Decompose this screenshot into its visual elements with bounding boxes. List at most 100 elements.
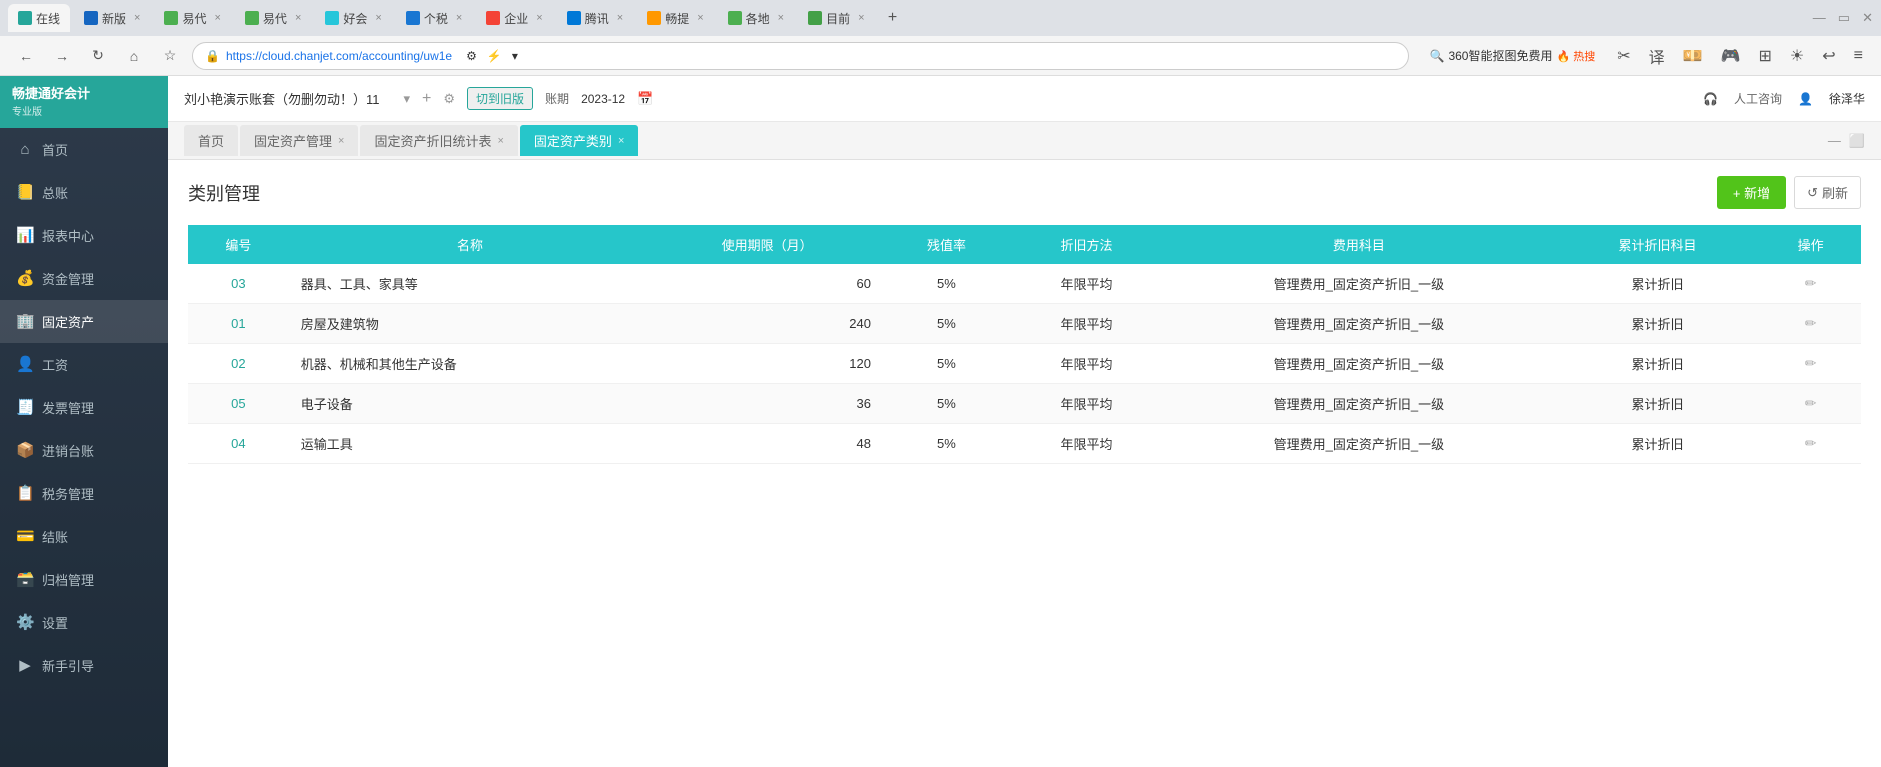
restore-icon[interactable]: ▭ <box>1838 10 1850 26</box>
sidebar-item-home[interactable]: ⌂ 首页 <box>0 128 168 171</box>
sidebar-item-report[interactable]: 📊 报表中心 <box>0 214 168 257</box>
cut-icon[interactable]: ✂ <box>1611 44 1636 68</box>
tab-minimize-icon[interactable]: — <box>1828 133 1841 149</box>
browser-tab-9[interactable]: 畅提 × <box>637 4 713 32</box>
wallet-icon[interactable]: 💴 <box>1677 44 1709 68</box>
home-button[interactable]: ⌂ <box>120 42 148 70</box>
edit-icon[interactable]: ✏ <box>1805 275 1817 291</box>
fund-icon: 💰 <box>16 269 34 287</box>
sidebar-label-inventory: 进销台账 <box>42 441 94 460</box>
guide-icon: ▶ <box>16 656 34 674</box>
cell-action[interactable]: ✏ <box>1760 344 1861 384</box>
cell-action[interactable]: ✏ <box>1760 384 1861 424</box>
toolbar-icons: ✂ 译 💴 🎮 ⊞ ☀ ↩ ≡ <box>1611 42 1869 70</box>
edit-icon[interactable]: ✏ <box>1805 435 1817 451</box>
cell-code[interactable]: 01 <box>188 304 289 344</box>
tab-close-icon[interactable]: × <box>295 12 301 24</box>
add-button[interactable]: + 新增 <box>1717 176 1786 209</box>
menu-icon[interactable]: ≡ <box>1848 45 1869 67</box>
tab-close-icon[interactable]: × <box>617 12 623 24</box>
sidebar-item-salary[interactable]: 👤 工资 <box>0 343 168 386</box>
period-label: 账期 <box>545 90 569 107</box>
sidebar-item-inventory[interactable]: 📦 进销台账 <box>0 429 168 472</box>
edit-icon[interactable]: ✏ <box>1805 355 1817 371</box>
sidebar-item-fixed-asset[interactable]: 🏢 固定资产 <box>0 300 168 343</box>
new-tab-button[interactable]: + <box>879 4 907 32</box>
period-value: 2023-12 <box>581 92 625 106</box>
tab-asset-mgmt-close[interactable]: × <box>338 135 344 147</box>
salary-icon: 👤 <box>16 355 34 373</box>
forward-button[interactable]: → <box>48 42 76 70</box>
cell-code[interactable]: 05 <box>188 384 289 424</box>
browser-tab-6[interactable]: 个税 × <box>396 4 472 32</box>
minimize-icon[interactable]: — <box>1813 10 1826 26</box>
browser-tab-11[interactable]: 目前 × <box>798 4 874 32</box>
tab-asset-category-close[interactable]: × <box>618 135 624 147</box>
tab-asset-mgmt-label: 固定资产管理 <box>254 131 332 150</box>
browser-tab-4[interactable]: 易代 × <box>235 4 311 32</box>
content-tabs: 首页 固定资产管理 × 固定资产折旧统计表 × 固定资产类别 × — ⬜ <box>168 122 1881 160</box>
search-bar[interactable]: 🔍 360智能抠图免费用 🔥 热搜 <box>1429 47 1595 64</box>
tab-asset-depreciation[interactable]: 固定资产折旧统计表 × <box>360 125 517 156</box>
tab-expand-icon[interactable]: ⬜ <box>1849 133 1865 149</box>
undo-icon[interactable]: ↩ <box>1816 44 1841 68</box>
tab-window-controls: — ⬜ <box>1828 133 1865 149</box>
sidebar-item-settings[interactable]: ⚙️ 设置 <box>0 601 168 644</box>
tab-close-icon[interactable]: × <box>375 12 381 24</box>
tab-label: 易代 <box>263 10 287 27</box>
sidebar-item-invoice[interactable]: 🧾 发票管理 <box>0 386 168 429</box>
tab-asset-mgmt[interactable]: 固定资产管理 × <box>240 125 358 156</box>
tab-close-icon[interactable]: × <box>134 12 140 24</box>
tab-close-icon[interactable]: × <box>456 12 462 24</box>
add-account-icon[interactable]: + <box>422 90 431 108</box>
sidebar-item-archive[interactable]: 🗃️ 归档管理 <box>0 558 168 601</box>
tab-close-icon[interactable]: × <box>858 12 864 24</box>
sidebar-item-settlement[interactable]: 💳 结账 <box>0 515 168 558</box>
cell-code[interactable]: 04 <box>188 424 289 464</box>
sidebar-item-ledger[interactable]: 📒 总账 <box>0 171 168 214</box>
browser-tab-2[interactable]: 新版 × <box>74 4 150 32</box>
sidebar-item-tax[interactable]: 📋 税务管理 <box>0 472 168 515</box>
tab-close-icon[interactable]: × <box>697 12 703 24</box>
tab-home[interactable]: 首页 <box>184 125 238 156</box>
back-button[interactable]: ← <box>12 42 40 70</box>
cell-action[interactable]: ✏ <box>1760 424 1861 464</box>
user-name[interactable]: 徐泽华 <box>1829 90 1865 107</box>
translate-icon[interactable]: 译 <box>1643 42 1671 70</box>
close-icon[interactable]: ✕ <box>1862 10 1873 26</box>
bookmark-button[interactable]: ☆ <box>156 42 184 70</box>
url-bar[interactable]: 🔒 https://cloud.chanjet.com/accounting/u… <box>192 42 1409 70</box>
tab-close-icon[interactable]: × <box>214 12 220 24</box>
tab-close-icon[interactable]: × <box>536 12 542 24</box>
brightness-icon[interactable]: ☀ <box>1784 44 1810 68</box>
edit-icon[interactable]: ✏ <box>1805 395 1817 411</box>
tab-asset-category[interactable]: 固定资产类别 × <box>520 125 638 156</box>
settings-icon[interactable]: ⚙ <box>443 91 455 107</box>
sidebar-label-invoice: 发票管理 <box>42 398 94 417</box>
cell-code[interactable]: 02 <box>188 344 289 384</box>
cell-action[interactable]: ✏ <box>1760 304 1861 344</box>
browser-tab-5[interactable]: 好会 × <box>315 4 391 32</box>
cell-method: 年限平均 <box>1010 304 1163 344</box>
dropdown-icon[interactable]: ▾ <box>404 91 411 107</box>
browser-tab-8[interactable]: 腾讯 × <box>557 4 633 32</box>
tab-asset-depreciation-close[interactable]: × <box>497 135 503 147</box>
cell-code[interactable]: 03 <box>188 264 289 304</box>
cell-action[interactable]: ✏ <box>1760 264 1861 304</box>
browser-tab-3[interactable]: 易代 × <box>154 4 230 32</box>
browser-tab-active[interactable]: 在线 <box>8 4 70 32</box>
browser-tab-7[interactable]: 企业 × <box>476 4 552 32</box>
calendar-icon[interactable]: 📅 <box>637 91 653 107</box>
game-icon[interactable]: 🎮 <box>1715 44 1747 68</box>
switch-view-button[interactable]: 切到旧版 <box>467 87 533 110</box>
browser-tab-10[interactable]: 各地 × <box>718 4 794 32</box>
tab-close-icon[interactable]: × <box>778 12 784 24</box>
sidebar-item-fund[interactable]: 💰 资金管理 <box>0 257 168 300</box>
refresh-button[interactable]: ↻ <box>84 42 112 70</box>
help-label[interactable]: 人工咨询 <box>1734 90 1782 107</box>
grid-icon[interactable]: ⊞ <box>1753 44 1778 68</box>
refresh-button[interactable]: ↺ 刷新 <box>1794 176 1861 209</box>
table-wrapper: 编号 名称 使用期限（月） 残值率 折旧方法 费用科目 累计折旧科目 操作 03… <box>168 225 1881 464</box>
edit-icon[interactable]: ✏ <box>1805 315 1817 331</box>
sidebar-item-guide[interactable]: ▶ 新手引导 <box>0 644 168 687</box>
